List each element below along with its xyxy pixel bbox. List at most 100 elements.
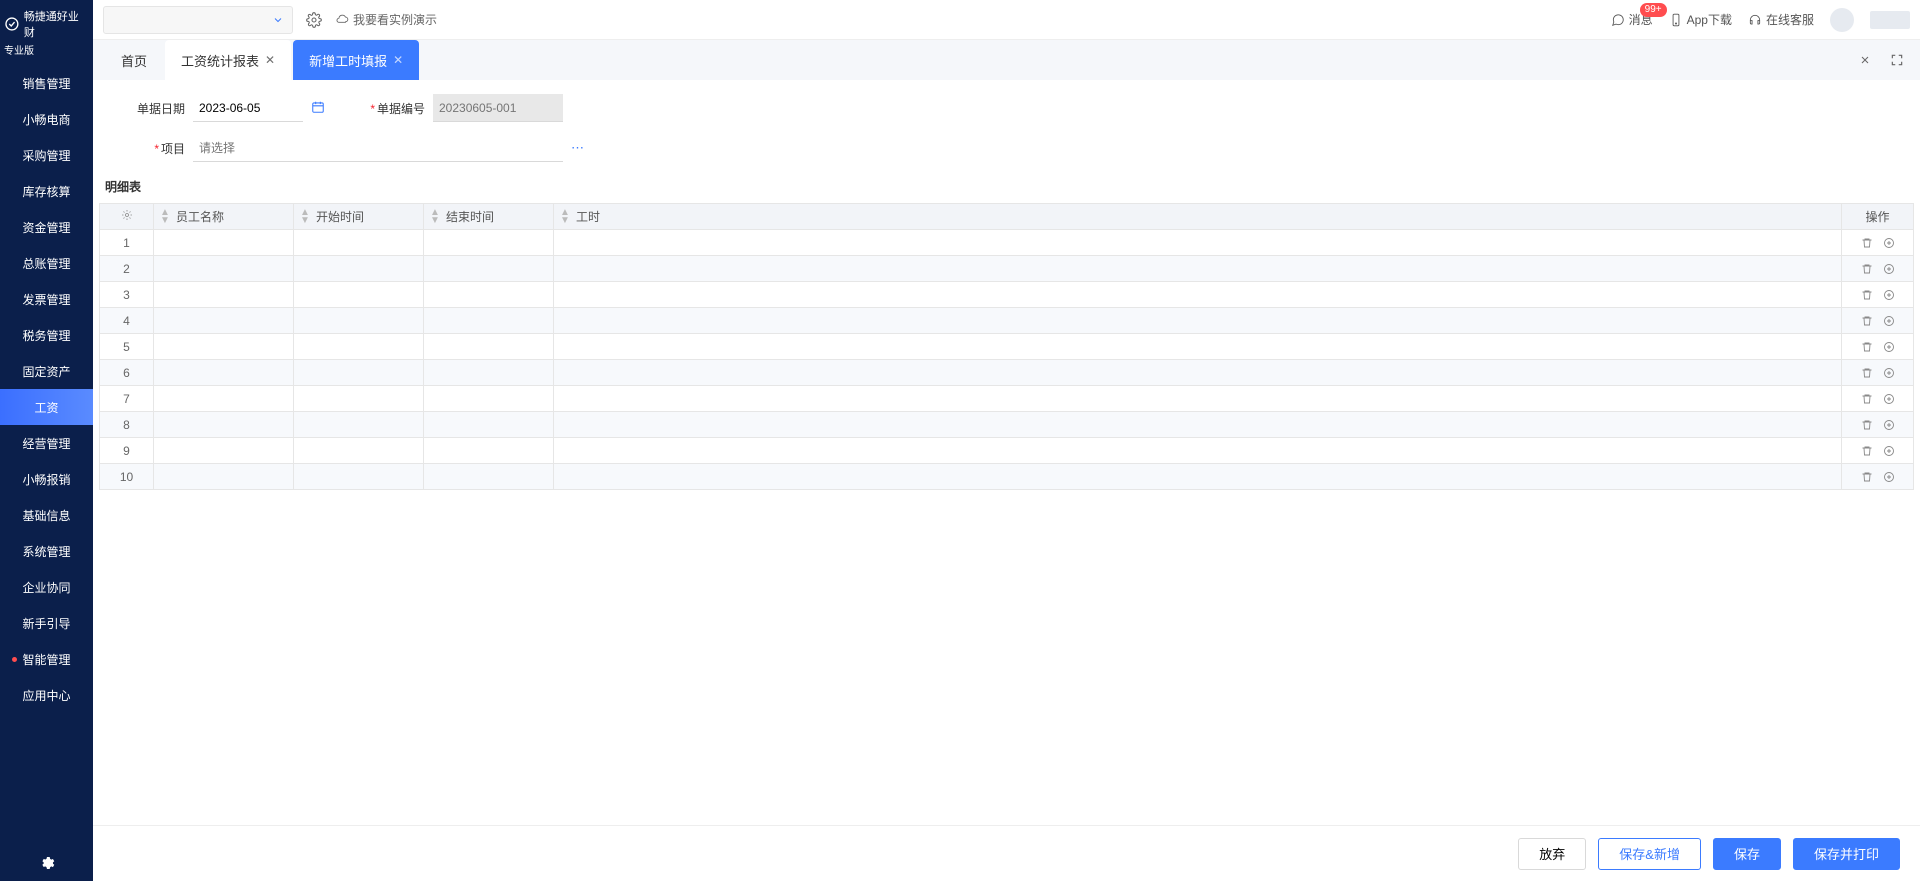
cell[interactable]	[154, 412, 294, 438]
add-row-icon[interactable]	[1883, 289, 1895, 301]
save-new-button[interactable]: 保存&新增	[1598, 838, 1701, 870]
cell[interactable]	[294, 334, 424, 360]
cell[interactable]	[424, 334, 554, 360]
sidebar-item-13[interactable]: 系统管理	[0, 533, 93, 569]
sidebar-item-17[interactable]: 应用中心	[0, 677, 93, 713]
online-service-link[interactable]: 在线客服	[1748, 11, 1814, 28]
delete-icon[interactable]	[1861, 315, 1873, 327]
add-row-icon[interactable]	[1883, 445, 1895, 457]
add-row-icon[interactable]	[1883, 471, 1895, 483]
cell[interactable]	[424, 230, 554, 256]
cell[interactable]	[154, 282, 294, 308]
cell[interactable]	[294, 230, 424, 256]
project-lookup-icon[interactable]: ⋯	[571, 140, 584, 156]
cell[interactable]	[294, 412, 424, 438]
cell[interactable]	[554, 308, 1842, 334]
sidebar-item-1[interactable]: 小畅电商	[0, 101, 93, 137]
cell[interactable]	[424, 412, 554, 438]
cell[interactable]	[554, 386, 1842, 412]
add-row-icon[interactable]	[1883, 263, 1895, 275]
sidebar-item-16[interactable]: 智能管理	[0, 641, 93, 677]
cell[interactable]	[554, 360, 1842, 386]
delete-icon[interactable]	[1861, 263, 1873, 275]
save-print-button[interactable]: 保存并打印	[1793, 838, 1900, 870]
tab-1[interactable]: 工资统计报表✕	[165, 40, 291, 80]
cell[interactable]	[554, 282, 1842, 308]
sidebar-item-7[interactable]: 税务管理	[0, 317, 93, 353]
cell[interactable]	[424, 256, 554, 282]
add-row-icon[interactable]	[1883, 315, 1895, 327]
add-row-icon[interactable]	[1883, 367, 1895, 379]
cell[interactable]	[154, 230, 294, 256]
fullscreen-toggle[interactable]	[1886, 49, 1908, 71]
cell[interactable]	[294, 386, 424, 412]
cell[interactable]	[554, 230, 1842, 256]
sidebar-item-12[interactable]: 基础信息	[0, 497, 93, 533]
sidebar-item-14[interactable]: 企业协同	[0, 569, 93, 605]
app-download-link[interactable]: App下载	[1669, 11, 1732, 28]
cell[interactable]	[424, 438, 554, 464]
cell[interactable]	[424, 308, 554, 334]
cell[interactable]	[154, 308, 294, 334]
cell[interactable]	[294, 360, 424, 386]
cell[interactable]	[424, 386, 554, 412]
sidebar-item-6[interactable]: 发票管理	[0, 281, 93, 317]
avatar[interactable]	[1830, 8, 1854, 32]
sidebar-item-8[interactable]: 固定资产	[0, 353, 93, 389]
add-row-icon[interactable]	[1883, 237, 1895, 249]
delete-icon[interactable]	[1861, 367, 1873, 379]
cell[interactable]	[154, 360, 294, 386]
cell[interactable]	[154, 438, 294, 464]
save-button[interactable]: 保存	[1713, 838, 1781, 870]
cell[interactable]	[554, 334, 1842, 360]
cell[interactable]	[554, 256, 1842, 282]
sidebar-item-3[interactable]: 库存核算	[0, 173, 93, 209]
cell[interactable]	[424, 464, 554, 490]
sidebar-item-4[interactable]: 资金管理	[0, 209, 93, 245]
col-employee[interactable]: ▲▼员工名称	[154, 204, 294, 230]
discard-button[interactable]: 放弃	[1518, 838, 1586, 870]
delete-icon[interactable]	[1861, 419, 1873, 431]
delete-icon[interactable]	[1861, 341, 1873, 353]
cell[interactable]	[554, 412, 1842, 438]
tab-close-icon[interactable]: ✕	[265, 53, 275, 67]
tab-2[interactable]: 新增工时填报✕	[293, 40, 419, 80]
tab-close-all[interactable]	[1854, 49, 1876, 71]
cell[interactable]	[294, 464, 424, 490]
date-input[interactable]	[193, 94, 303, 122]
col-start[interactable]: ▲▼开始时间	[294, 204, 424, 230]
sidebar-item-9[interactable]: 工资	[0, 389, 93, 425]
project-input[interactable]	[193, 134, 563, 162]
cell[interactable]	[294, 308, 424, 334]
add-row-icon[interactable]	[1883, 393, 1895, 405]
org-settings-button[interactable]	[303, 9, 325, 31]
col-end[interactable]: ▲▼结束时间	[424, 204, 554, 230]
org-selector[interactable]	[103, 6, 293, 34]
cell[interactable]	[294, 438, 424, 464]
add-row-icon[interactable]	[1883, 419, 1895, 431]
cell[interactable]	[294, 282, 424, 308]
col-hours[interactable]: ▲▼工时	[554, 204, 1842, 230]
cell[interactable]	[154, 464, 294, 490]
cell[interactable]	[424, 282, 554, 308]
sidebar-settings[interactable]	[0, 845, 93, 881]
tab-0[interactable]: 首页	[105, 40, 163, 80]
sidebar-item-0[interactable]: 销售管理	[0, 65, 93, 101]
sidebar-item-10[interactable]: 经营管理	[0, 425, 93, 461]
delete-icon[interactable]	[1861, 289, 1873, 301]
delete-icon[interactable]	[1861, 393, 1873, 405]
sidebar-item-5[interactable]: 总账管理	[0, 245, 93, 281]
delete-icon[interactable]	[1861, 237, 1873, 249]
delete-icon[interactable]	[1861, 471, 1873, 483]
cell[interactable]	[554, 464, 1842, 490]
cell[interactable]	[154, 256, 294, 282]
cell[interactable]	[154, 334, 294, 360]
tab-close-icon[interactable]: ✕	[393, 53, 403, 67]
sidebar-item-15[interactable]: 新手引导	[0, 605, 93, 641]
sidebar-item-11[interactable]: 小畅报销	[0, 461, 93, 497]
messages-link[interactable]: 消息 99+	[1611, 11, 1653, 28]
cell[interactable]	[154, 386, 294, 412]
calendar-icon[interactable]	[311, 100, 325, 117]
demo-link[interactable]: 我要看实例演示	[335, 11, 437, 28]
sidebar-item-2[interactable]: 采购管理	[0, 137, 93, 173]
